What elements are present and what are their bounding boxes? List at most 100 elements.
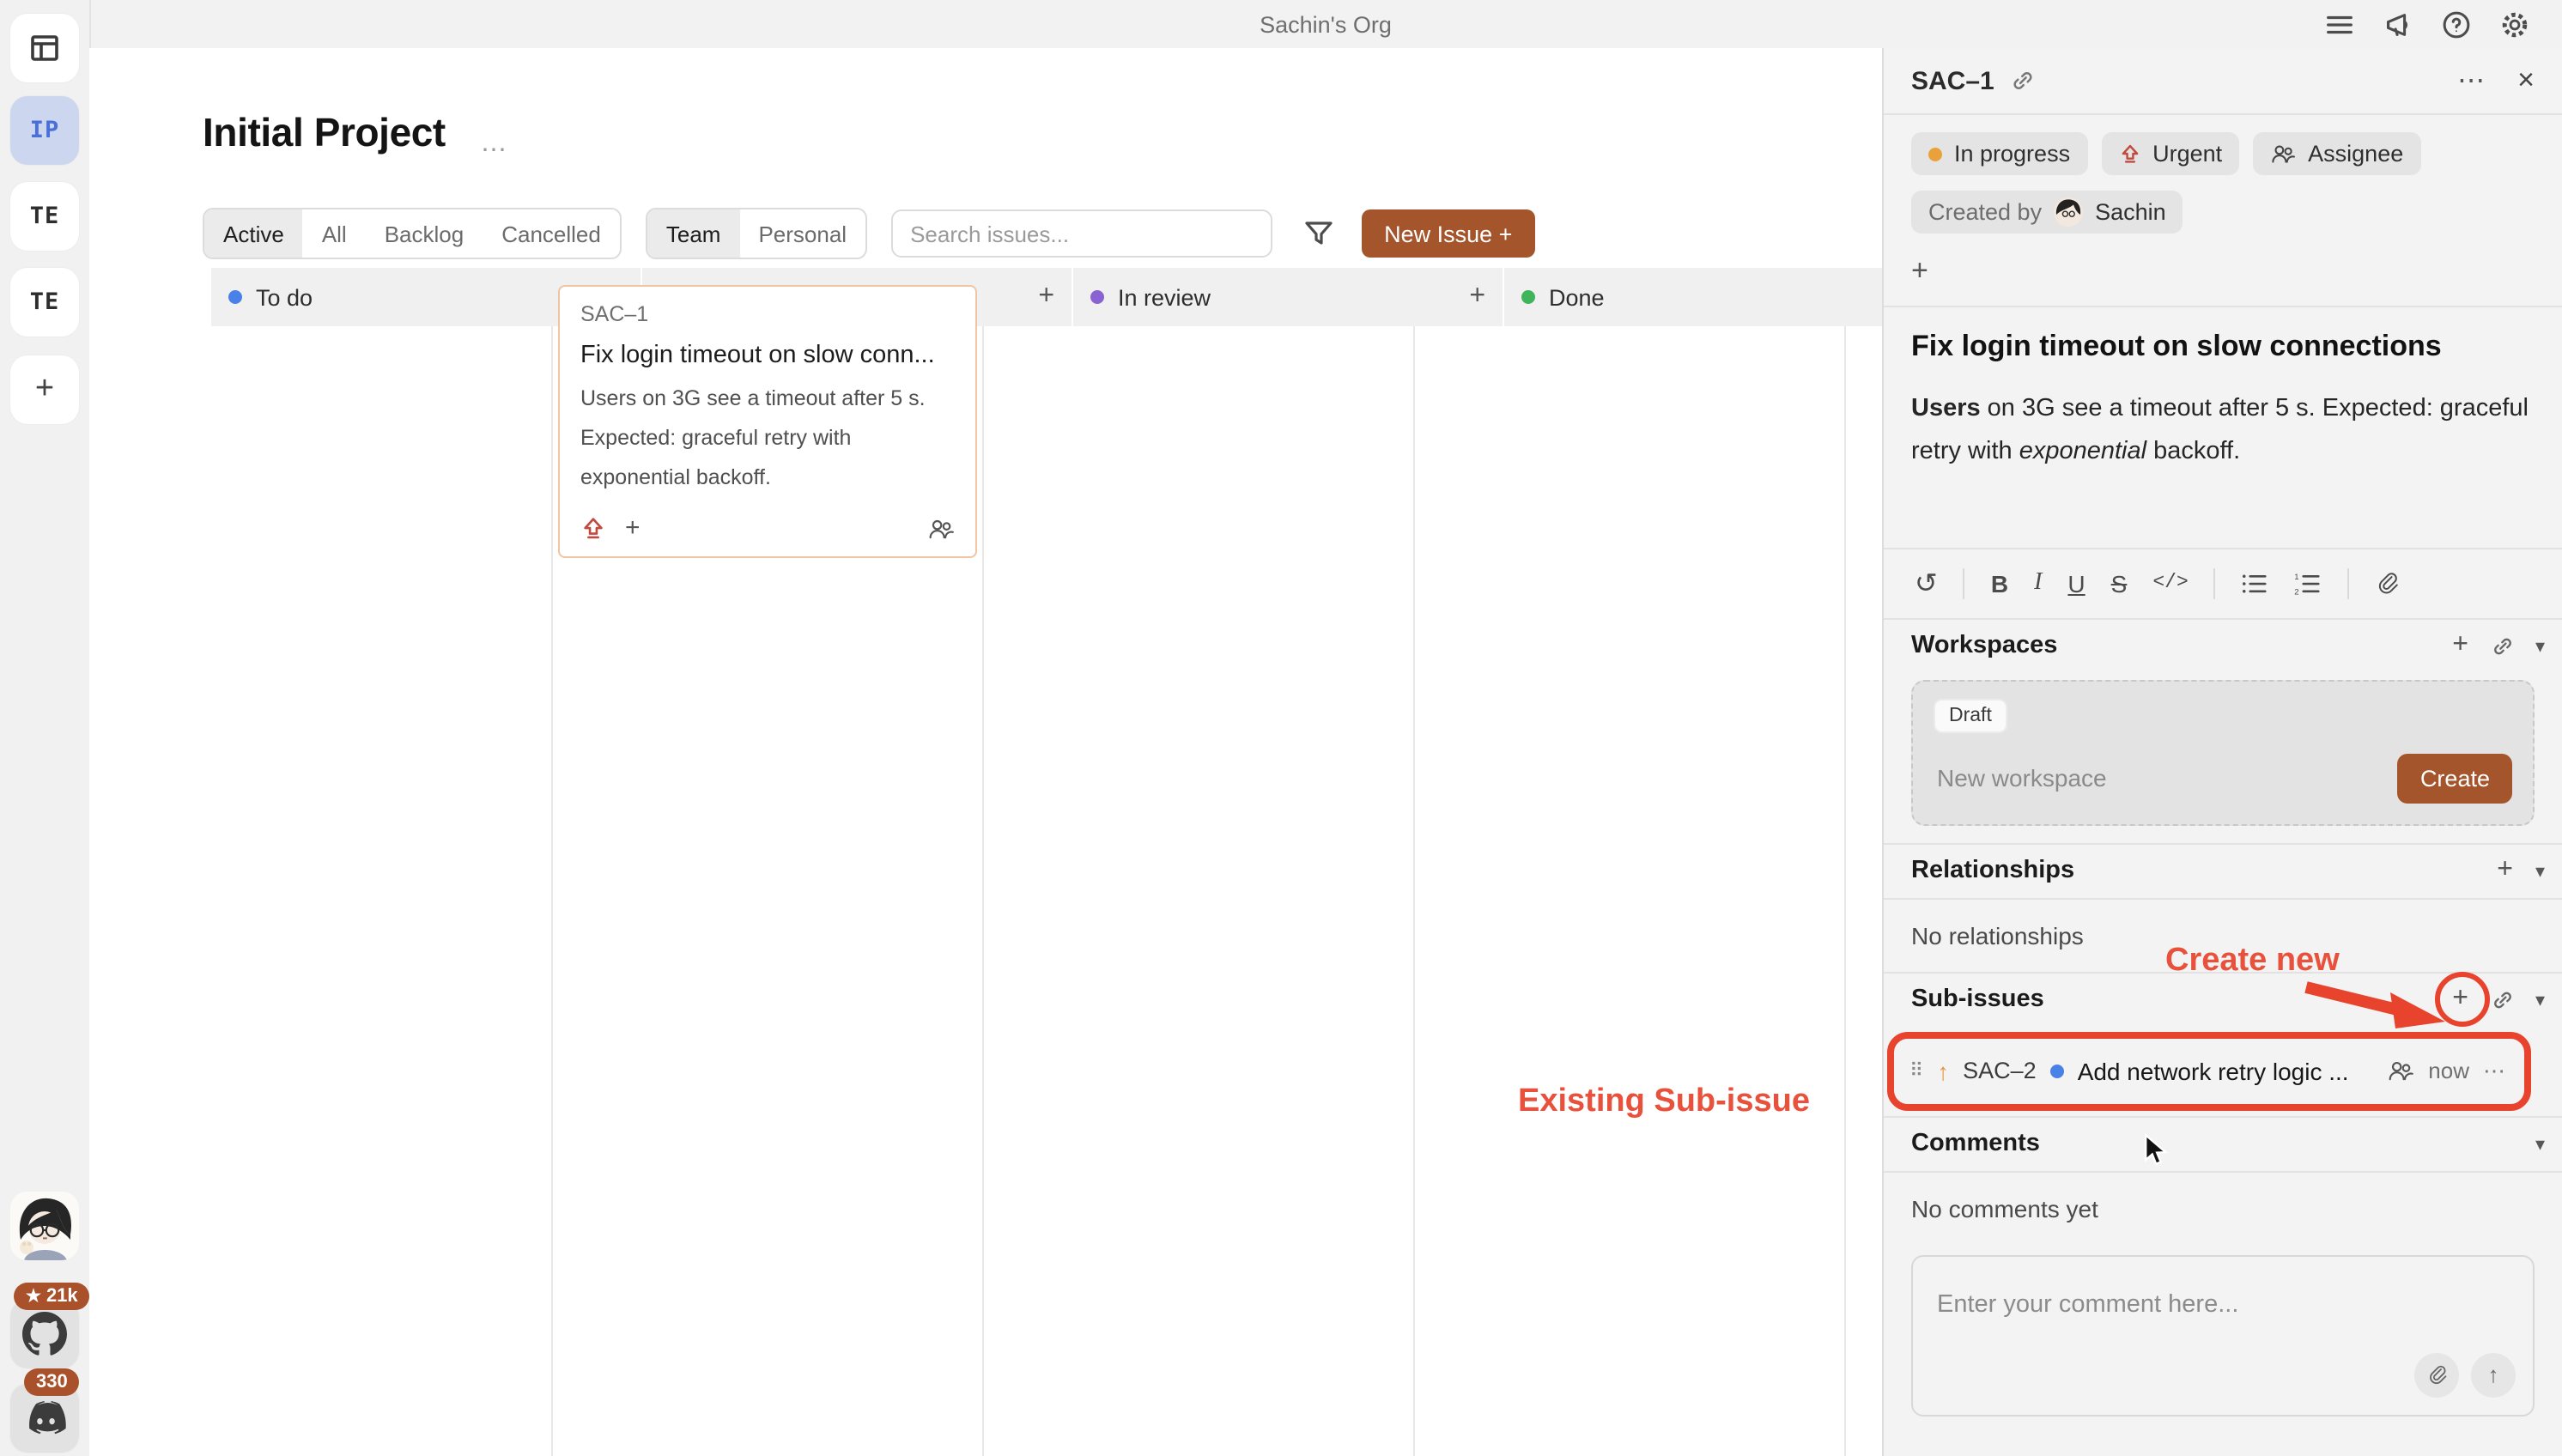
app-root: Sachin's Org IP TE TE + xyxy=(0,0,2562,1456)
github-stars-badge: ★ 21k xyxy=(14,1283,90,1310)
megaphone-icon[interactable] xyxy=(2382,8,2414,40)
chevron-down-icon[interactable]: ▾ xyxy=(2535,989,2545,1011)
strikethrough-button[interactable]: S xyxy=(2111,570,2128,598)
tab-cancelled[interactable]: Cancelled xyxy=(483,209,620,258)
workspace-name-input[interactable] xyxy=(1934,763,2398,794)
project-more-menu[interactable]: ⋯ xyxy=(481,134,510,165)
help-icon[interactable] xyxy=(2440,8,2473,40)
user-avatar[interactable] xyxy=(10,1192,79,1260)
assignee-people-icon[interactable] xyxy=(927,517,955,541)
avatar-illustration xyxy=(10,1192,79,1260)
panel-more-menu[interactable]: ⋯ xyxy=(2457,64,2486,98)
create-workspace-button[interactable]: Create xyxy=(2398,754,2512,804)
chevron-down-icon[interactable]: ▾ xyxy=(2535,635,2545,658)
high-priority-arrow-icon: ↑ xyxy=(1937,1058,1949,1085)
undo-icon[interactable]: ↺ xyxy=(1915,567,1938,601)
menu-icon[interactable] xyxy=(2323,8,2356,40)
search-input[interactable] xyxy=(891,209,1272,258)
tab-backlog[interactable]: Backlog xyxy=(366,209,483,258)
underline-button[interactable]: U xyxy=(2067,570,2085,598)
star-icon: ★ xyxy=(26,1287,41,1306)
relationships-heading: Relationships xyxy=(1911,858,2493,885)
sidebar-item-workspace-te2[interactable]: TE xyxy=(10,268,79,337)
settings-gear-icon[interactable] xyxy=(2498,8,2531,40)
sidebar-item-workspace-ip[interactable]: IP xyxy=(10,96,79,165)
toolbar-divider xyxy=(1964,568,1965,599)
add-issue-in-review-button[interactable]: + xyxy=(1469,283,1485,311)
tab-all[interactable]: All xyxy=(303,209,366,258)
issue-title: Fix login timeout on slow conn... xyxy=(580,342,955,369)
github-link-button[interactable] xyxy=(10,1300,79,1368)
page-title: Initial Project xyxy=(203,110,446,156)
subissue-timestamp: now xyxy=(2428,1059,2469,1084)
add-workspace-plus-button[interactable]: + xyxy=(2449,633,2472,660)
column-divider xyxy=(1413,326,1415,1456)
description-text: backoff. xyxy=(2146,439,2240,466)
link-icon[interactable] xyxy=(2491,987,2516,1013)
github-icon xyxy=(22,1312,67,1356)
add-attribute-row: + xyxy=(1884,234,2562,306)
workspace-initials: TE xyxy=(30,203,60,230)
in-review-status-dot xyxy=(1090,290,1104,304)
new-issue-button[interactable]: New Issue + xyxy=(1362,209,1534,258)
sidebar-item-workspace-te1[interactable]: TE xyxy=(10,182,79,251)
add-attribute-button[interactable]: + xyxy=(1911,254,1928,287)
assignee-badge[interactable]: Assignee xyxy=(2253,132,2420,175)
add-label-icon[interactable]: + xyxy=(625,514,640,543)
issue-detail-panel: SAC–1 ⋯ × In progress Urgent Assignee Cr… xyxy=(1882,48,2562,1456)
bullet-list-button[interactable] xyxy=(2242,572,2269,596)
annotation-arrow xyxy=(2298,972,2456,1044)
paperclip-icon xyxy=(2425,1363,2448,1387)
discord-icon xyxy=(22,1399,67,1437)
tab-team[interactable]: Team xyxy=(647,209,740,258)
draft-badge: Draft xyxy=(1934,699,2007,733)
chevron-down-icon[interactable]: ▾ xyxy=(2535,860,2545,883)
drag-handle-icon[interactable]: ⠿ xyxy=(1909,1060,1923,1083)
issue-description: Users on 3G see a timeout after 5 s. Exp… xyxy=(580,379,962,499)
svg-text:2: 2 xyxy=(2295,587,2299,596)
status-badge[interactable]: In progress xyxy=(1911,132,2087,175)
attach-file-button[interactable] xyxy=(2414,1353,2459,1398)
italic-button[interactable]: I xyxy=(2034,570,2042,598)
urgent-priority-icon[interactable] xyxy=(580,516,606,542)
comment-composer: ↑ xyxy=(1911,1255,2535,1417)
assignee-label: Assignee xyxy=(2308,141,2403,167)
add-relationship-button[interactable]: + xyxy=(2493,858,2516,885)
add-workspace-button[interactable]: + xyxy=(10,355,79,424)
created-by-badge[interactable]: Created by Sachin xyxy=(1911,191,2183,234)
plus-icon: + xyxy=(35,371,54,409)
issue-detail-description[interactable]: Users on 3G see a timeout after 5 s. Exp… xyxy=(1884,364,2562,476)
layout-switcher-button[interactable] xyxy=(10,14,79,82)
workspace-initials: TE xyxy=(30,288,60,316)
chevron-down-icon[interactable]: ▾ xyxy=(2535,1133,2545,1156)
close-icon[interactable]: × xyxy=(2517,64,2535,98)
workspaces-section-header: Workspaces + ▾ xyxy=(1884,620,2562,673)
numbered-list-button[interactable]: 12 xyxy=(2295,572,2322,596)
subissue-more-menu[interactable]: ⋯ xyxy=(2483,1058,2507,1085)
svg-text:1: 1 xyxy=(2295,572,2299,581)
send-comment-button[interactable]: ↑ xyxy=(2471,1353,2516,1398)
issue-card-sac-1[interactable]: SAC–1 Fix login timeout on slow conn... … xyxy=(558,285,977,559)
github-stars-count: 21k xyxy=(46,1286,78,1307)
filter-funnel-icon[interactable] xyxy=(1300,215,1338,252)
subissue-row-sac-2[interactable]: ⠿ ↑ SAC–2 Add network retry logic ... no… xyxy=(1894,1039,2524,1104)
tab-personal[interactable]: Personal xyxy=(739,209,865,258)
creator-avatar xyxy=(2054,197,2083,227)
filter-toolbar: Active All Backlog Cancelled Team Person… xyxy=(203,209,1848,258)
tab-active[interactable]: Active xyxy=(204,209,303,258)
attachment-paperclip-button[interactable] xyxy=(2376,570,2401,598)
code-button[interactable]: </> xyxy=(2152,573,2188,595)
bold-button[interactable]: B xyxy=(1991,570,2008,598)
assignee-people-icon[interactable] xyxy=(2387,1060,2414,1083)
issue-card-footer: + xyxy=(580,514,955,543)
comments-section-header: Comments ▾ xyxy=(1884,1116,2562,1173)
column-header-done: Done + xyxy=(1504,268,1934,326)
issue-detail-title[interactable]: Fix login timeout on slow connections xyxy=(1884,307,2562,364)
link-icon[interactable] xyxy=(2491,634,2516,659)
toolbar-divider xyxy=(2214,568,2216,599)
add-issue-in-progress-button[interactable]: + xyxy=(1038,283,1054,311)
creator-name: Sachin xyxy=(2095,199,2166,225)
scope-filter-group: Team Personal xyxy=(646,208,867,259)
priority-badge[interactable]: Urgent xyxy=(2101,132,2239,175)
copy-link-icon[interactable] xyxy=(2010,67,2037,94)
